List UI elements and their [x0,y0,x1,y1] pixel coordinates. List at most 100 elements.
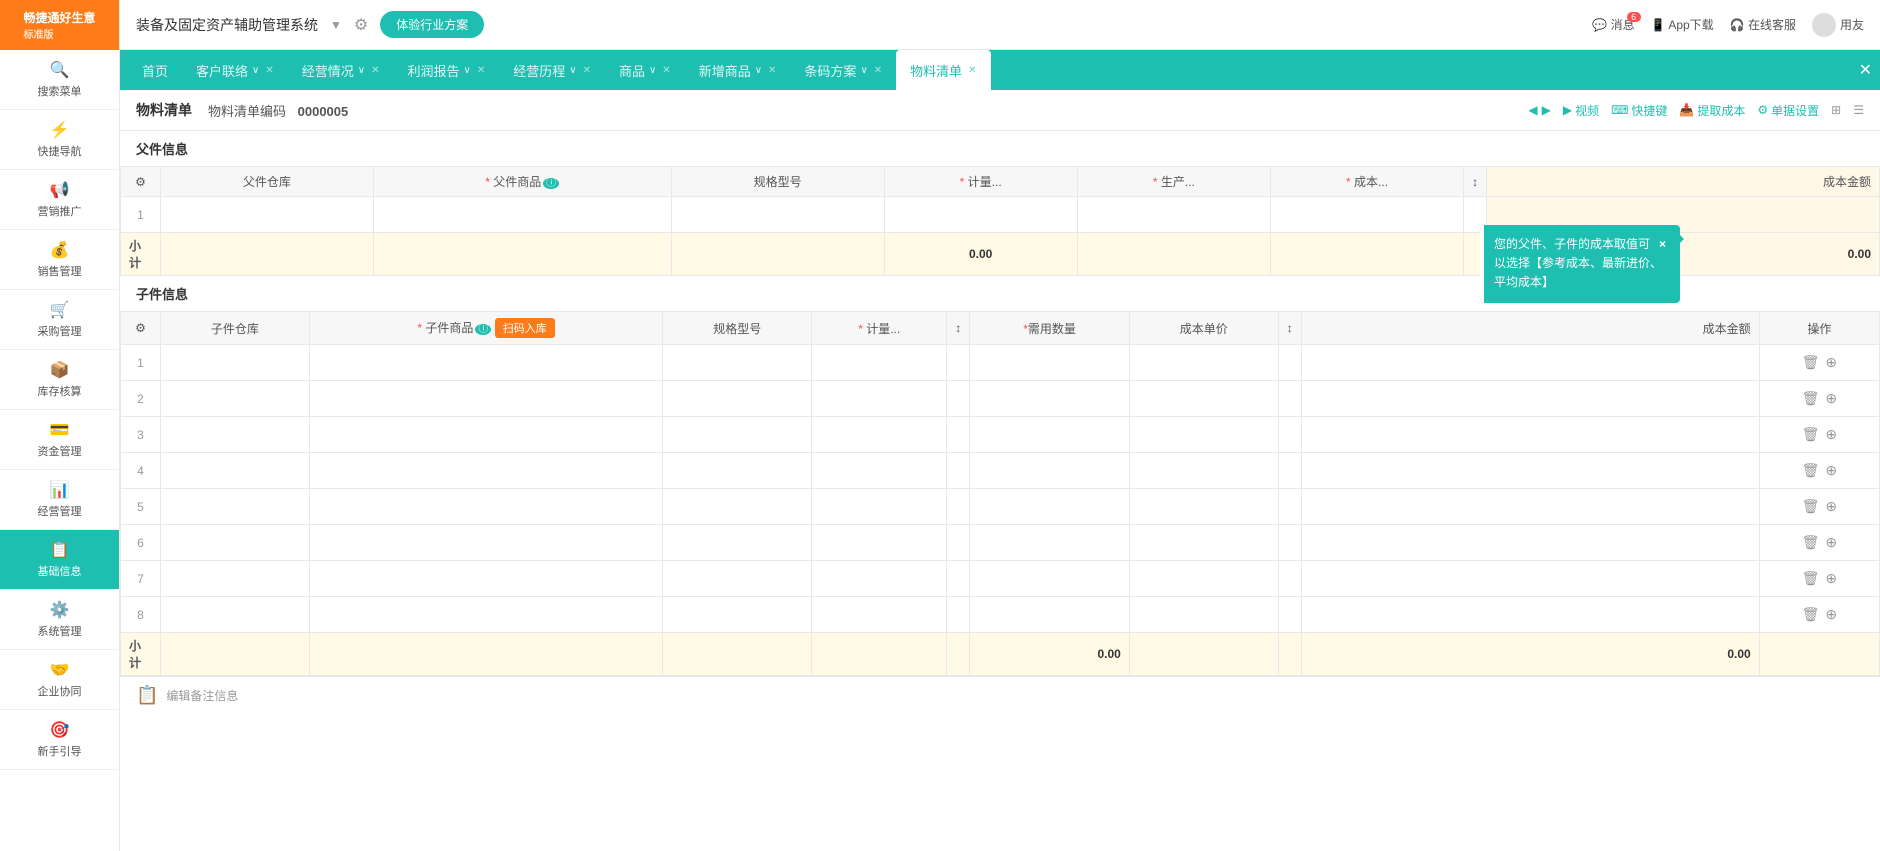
tab-barcode-close[interactable]: ✕ [874,65,882,76]
child-unit-cell[interactable] [812,597,947,633]
child-unit-cost-cell[interactable] [1129,489,1278,525]
tab-operations[interactable]: 经营情况 ∨ ✕ [288,50,394,90]
tab-customers[interactable]: 客户联络 ∨ ✕ [182,50,288,90]
tab-home[interactable]: 首页 [128,50,182,90]
delete-icon[interactable]: 🗑 [1802,570,1820,587]
delete-icon[interactable]: 🗑 [1802,354,1820,371]
child-warehouse-cell[interactable] [161,345,310,381]
copy-icon[interactable]: ⊕ [1825,498,1837,515]
parent-col-settings[interactable]: ⚙ [121,167,161,197]
tab-barcode[interactable]: 条码方案 ∨ ✕ [790,50,896,90]
child-unit-cell[interactable] [812,417,947,453]
child-col-settings[interactable]: ⚙ [121,312,161,345]
delete-icon[interactable]: 🗑 [1802,534,1820,551]
sidebar-item-cooperation[interactable]: 🤝 企业协同 [0,650,119,710]
online-service[interactable]: 🎧 在线客服 [1730,16,1796,33]
sidebar-item-search[interactable]: 🔍 搜索菜单 [0,50,119,110]
tab-customers-close[interactable]: ✕ [265,65,273,76]
child-spec-cell[interactable] [663,561,812,597]
tooltip-close-btn[interactable]: × [1659,235,1666,254]
action-single-settings[interactable]: ⚙ 单据设置 [1757,102,1819,119]
app-download[interactable]: 📱 App下载 [1651,16,1714,33]
copy-icon[interactable]: ⊕ [1825,390,1837,407]
tab-close-all[interactable]: ✕ [1859,60,1872,80]
child-col-sort[interactable]: ↕ [947,312,970,345]
sidebar-item-inventory[interactable]: 📦 库存核算 [0,350,119,410]
child-unit-cell[interactable] [812,561,947,597]
tab-products[interactable]: 商品 ∨ ✕ [605,50,685,90]
message-badge[interactable]: 💬 6 消息 [1592,16,1634,33]
child-unit-cell[interactable] [812,453,947,489]
copy-icon[interactable]: ⊕ [1825,462,1837,479]
sidebar-item-marketing[interactable]: 📢 营销推广 [0,170,119,230]
child-unit-cost-cell[interactable] [1129,417,1278,453]
child-spec-cell[interactable] [663,453,812,489]
tab-new-products[interactable]: 新增商品 ∨ ✕ [685,50,791,90]
child-quantity-cell[interactable] [970,561,1130,597]
parent-unit-cell[interactable] [884,197,1077,233]
child-quantity-cell[interactable] [970,453,1130,489]
copy-icon[interactable]: ⊕ [1825,534,1837,551]
sidebar-item-finance[interactable]: 💳 资金管理 [0,410,119,470]
sidebar-item-operations[interactable]: 📊 经营管理 [0,470,119,530]
copy-icon[interactable]: ⊕ [1825,354,1837,371]
child-unit-cost-cell[interactable] [1129,453,1278,489]
child-product-cell[interactable] [309,453,662,489]
tab-bom[interactable]: 物料清单 ✕ [896,50,990,90]
delete-icon[interactable]: 🗑 [1802,462,1820,479]
delete-icon[interactable]: 🗑 [1802,390,1820,407]
child-quantity-cell[interactable] [970,381,1130,417]
expand-icon[interactable]: ⊞ [1831,103,1841,117]
child-product-cell[interactable] [309,525,662,561]
action-video[interactable]: ▶ 视频 [1563,102,1599,119]
copy-icon[interactable]: ⊕ [1825,606,1837,623]
child-unit-cost-cell[interactable] [1129,561,1278,597]
parent-spec-cell[interactable] [671,197,884,233]
child-spec-cell[interactable] [663,525,812,561]
delete-icon[interactable]: 🗑 [1802,426,1820,443]
child-unit-cell[interactable] [812,525,947,561]
list-view-icon[interactable]: ☰ [1853,103,1864,117]
child-product-cell[interactable] [309,417,662,453]
child-warehouse-cell[interactable] [161,453,310,489]
dropdown-arrow-icon[interactable]: ▼ [330,18,342,32]
child-spec-cell[interactable] [663,417,812,453]
parent-production-cell[interactable] [1077,197,1270,233]
nav-next-icon[interactable]: ▶ [1542,103,1551,117]
action-shortcut[interactable]: ⌨ 快捷键 [1611,102,1667,119]
parent-cost-cell[interactable] [1270,197,1463,233]
child-unit-cell[interactable] [812,345,947,381]
copy-icon[interactable]: ⊕ [1825,570,1837,587]
child-unit-cell[interactable] [812,381,947,417]
sidebar-item-purchase[interactable]: 🛒 采购管理 [0,290,119,350]
child-warehouse-cell[interactable] [161,561,310,597]
parent-col-sort[interactable]: ↕ [1464,167,1487,197]
tab-history[interactable]: 经营历程 ∨ ✕ [499,50,605,90]
sidebar-item-guide[interactable]: 🎯 新手引导 [0,710,119,770]
child-unit-cost-cell[interactable] [1129,381,1278,417]
child-spec-cell[interactable] [663,381,812,417]
child-product-cell[interactable] [309,345,662,381]
delete-icon[interactable]: 🗑 [1802,606,1820,623]
tab-profit[interactable]: 利润报告 ∨ ✕ [393,50,499,90]
scan-btn[interactable]: 扫码入库 [495,318,555,338]
delete-icon[interactable]: 🗑 [1802,498,1820,515]
child-warehouse-cell[interactable] [161,417,310,453]
child-quantity-cell[interactable] [970,597,1130,633]
child-product-cell[interactable] [309,381,662,417]
child-product-cell[interactable] [309,561,662,597]
child-unit-cost-cell[interactable] [1129,525,1278,561]
child-warehouse-cell[interactable] [161,597,310,633]
tab-products-close[interactable]: ✕ [662,65,670,76]
child-product-cell[interactable] [309,489,662,525]
tab-new-products-close[interactable]: ✕ [768,65,776,76]
parent-product-cell[interactable] [373,197,671,233]
child-warehouse-cell[interactable] [161,525,310,561]
child-col-sort2[interactable]: ↕ [1278,312,1301,345]
sidebar-item-sales[interactable]: 💰 销售管理 [0,230,119,290]
action-extract-cost[interactable]: 📥 提取成本 [1679,102,1745,119]
tab-history-close[interactable]: ✕ [583,65,591,76]
child-warehouse-cell[interactable] [161,381,310,417]
settings-icon[interactable]: ⚙ [354,15,368,35]
sidebar-item-quick-nav[interactable]: ⚡ 快捷导航 [0,110,119,170]
